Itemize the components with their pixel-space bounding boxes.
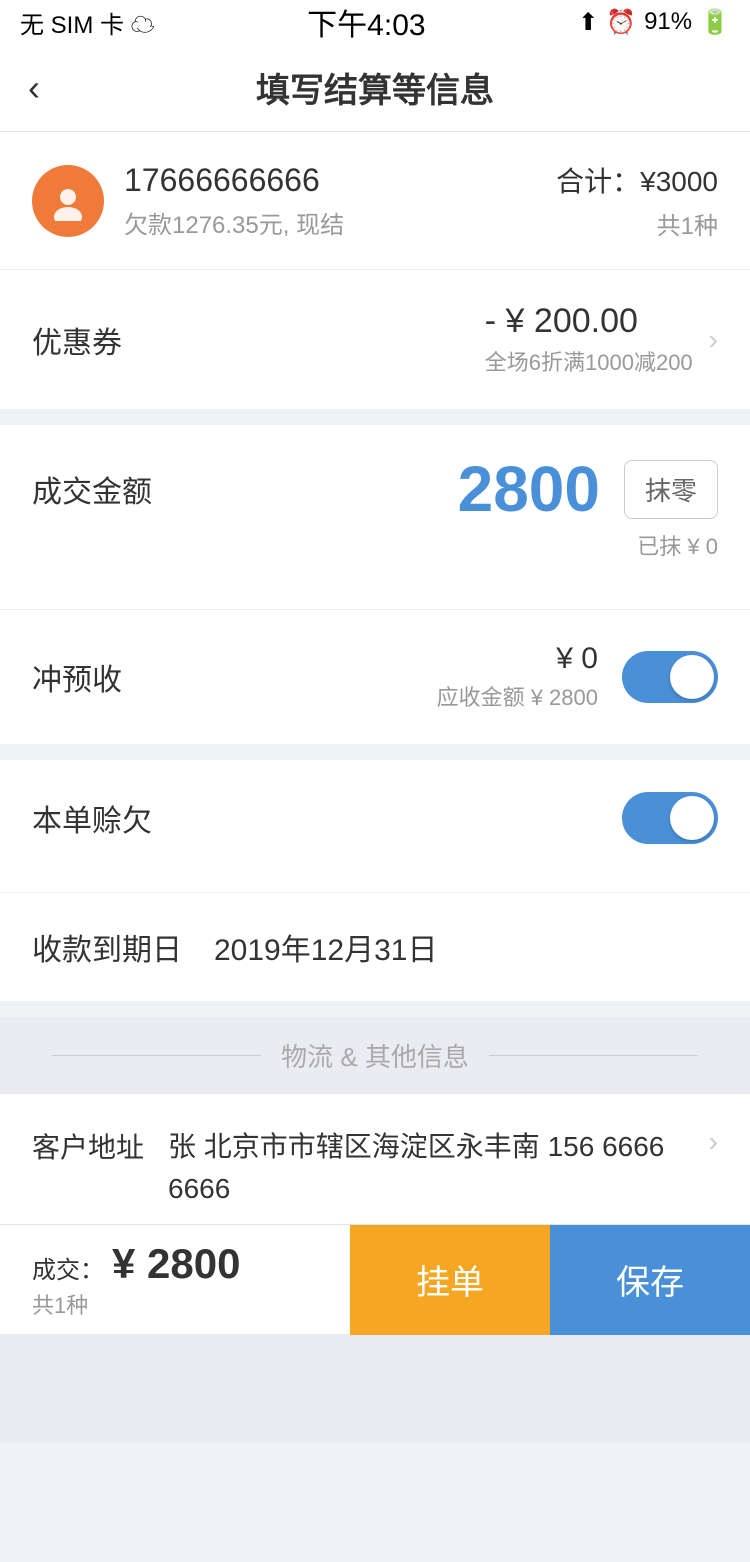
coupon-sub: 全场6折满1000减200 [485, 345, 693, 377]
divider-section: 物流 & 其他信息 [0, 1017, 750, 1094]
divider-line-right [489, 1055, 698, 1056]
duedate-label: 收款到期日 [32, 925, 182, 969]
page-title: 填写结算等信息 [256, 63, 494, 112]
prepay-right: ¥ 0 应收金额 ¥ 2800 [437, 642, 718, 712]
status-right: ⬆ ⏰ 91% 🔋 [578, 8, 730, 37]
battery-level: 91% [644, 8, 692, 36]
deal-label: 成交金额 [32, 467, 152, 511]
prepay-section: 冲预收 ¥ 0 应收金额 ¥ 2800 [0, 609, 750, 744]
user-total: 合计：¥3000 [556, 160, 718, 200]
bottom-bar: 成交： ¥ 2800 共1种 挂单 保存 [0, 1224, 750, 1334]
user-debt: 欠款1276.35元, 现结 [124, 205, 344, 240]
user-right: 合计：¥3000 共1种 [556, 160, 718, 241]
user-count: 共1种 [556, 206, 718, 241]
bottom-count: 共1种 [32, 1288, 318, 1320]
address-chevron-icon: › [709, 1126, 718, 1158]
prepay-amount-wrap: ¥ 0 应收金额 ¥ 2800 [437, 642, 598, 712]
prepay-sub: 应收金额 ¥ 2800 [437, 680, 598, 712]
logistics-label: 物流 & 其他信息 [281, 1037, 469, 1074]
user-left: 17666666666 欠款1276.35元, 现结 [32, 162, 344, 240]
deal-amount-wrap: 2800 抹零 [458, 457, 718, 521]
user-phone: 17666666666 [124, 162, 344, 199]
back-button[interactable]: ‹ [28, 67, 40, 109]
address-label: 客户地址 [32, 1126, 144, 1166]
nav-bar: ‹ 填写结算等信息 [0, 44, 750, 132]
deal-section: 成交金额 2800 抹零 已抹 ¥ 0 [0, 425, 750, 593]
bottom-deal-label: 成交： [32, 1250, 104, 1285]
sim-status: 无 SIM 卡 ☁ [20, 5, 155, 40]
coupon-right: - ¥ 200.00 全场6折满1000减200 › [485, 302, 718, 377]
deal-amount: 2800 [458, 457, 600, 521]
location-icon: ⬆ [578, 8, 598, 37]
alarm-icon: ⏰ [606, 8, 636, 37]
coupon-chevron-icon: › [709, 324, 718, 356]
address-section[interactable]: 客户地址 张 北京市市辖区海淀区永丰南 156 6666 6666 › [0, 1094, 750, 1242]
hold-button[interactable]: 挂单 [350, 1225, 550, 1335]
address-card: 客户地址 张 北京市市辖区海淀区永丰南 156 6666 6666 › [0, 1094, 750, 1242]
prepay-label: 冲预收 [32, 655, 122, 699]
status-left: 无 SIM 卡 ☁ [20, 5, 155, 40]
round-button[interactable]: 抹零 [624, 460, 718, 519]
prepay-toggle[interactable] [622, 651, 718, 703]
logistics-divider: 物流 & 其他信息 [0, 1017, 750, 1094]
divider-line-left [52, 1055, 261, 1056]
bottom-summary: 成交： ¥ 2800 共1种 [0, 1240, 350, 1320]
duedate-section: 收款到期日 2019年12月31日 [0, 892, 750, 1001]
bottom-deal-amount: ¥ 2800 [112, 1240, 240, 1288]
avatar [32, 165, 104, 237]
coupon-row[interactable]: 优惠券 - ¥ 200.00 全场6折满1000减200 › [0, 269, 750, 409]
arrears-toggle[interactable] [622, 792, 718, 844]
deal-card: 成交金额 2800 抹零 已抹 ¥ 0 冲预收 ¥ 0 应收金额 ¥ 2800 [0, 425, 750, 744]
user-info-card: 17666666666 欠款1276.35元, 现结 合计：¥3000 共1种 … [0, 132, 750, 409]
prepay-amount: ¥ 0 [437, 642, 598, 676]
deal-row: 成交金额 2800 抹零 [32, 457, 718, 521]
user-row: 17666666666 欠款1276.35元, 现结 合计：¥3000 共1种 [0, 132, 750, 269]
deal-sub: 已抹 ¥ 0 [32, 529, 718, 561]
coupon-value: - ¥ 200.00 [485, 302, 693, 341]
coupon-label: 优惠券 [32, 318, 122, 362]
user-info: 17666666666 欠款1276.35元, 现结 [124, 162, 344, 240]
duedate-value: 2019年12月31日 [214, 925, 437, 969]
arrears-card: 本单赊欠 收款到期日 2019年12月31日 [0, 760, 750, 1001]
save-button[interactable]: 保存 [550, 1225, 750, 1335]
address-value: 张 北京市市辖区海淀区永丰南 156 6666 6666 [168, 1126, 709, 1210]
status-time: 下午4:03 [307, 0, 425, 44]
arrears-label: 本单赊欠 [32, 796, 152, 840]
status-bar: 无 SIM 卡 ☁ 下午4:03 ⬆ ⏰ 91% 🔋 [0, 0, 750, 44]
battery-icon: 🔋 [700, 8, 730, 37]
content-area: 17666666666 欠款1276.35元, 现结 合计：¥3000 共1种 … [0, 132, 750, 1562]
arrears-section: 本单赊欠 [0, 760, 750, 876]
